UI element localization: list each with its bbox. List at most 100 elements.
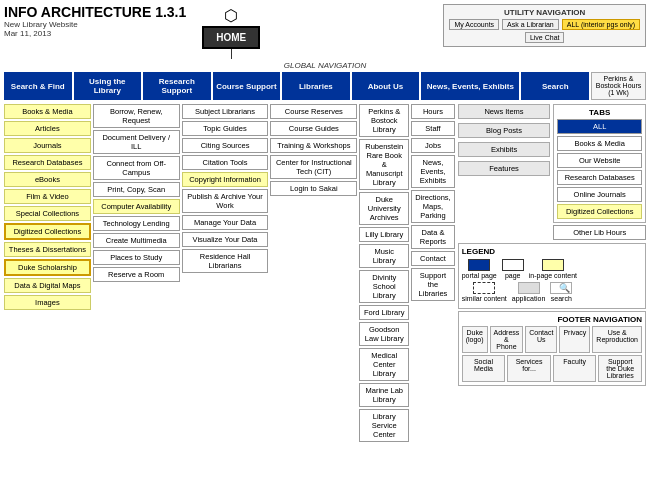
- legend-swatch-white: [502, 259, 524, 271]
- legend-inpage-label: in-page content: [529, 272, 577, 279]
- legend-similar: similar content: [462, 282, 507, 302]
- sf-research-db[interactable]: Research Databases: [4, 155, 91, 170]
- au-news-events[interactable]: News, Events, Exhibits: [411, 155, 454, 188]
- sf-theses[interactable]: Theses & Dissertations: [4, 242, 91, 257]
- rs-citation-tools[interactable]: Citation Tools: [182, 155, 269, 170]
- tabs-label: TABS: [557, 108, 642, 117]
- legend-application: application: [512, 282, 545, 302]
- rs-subject[interactable]: Subject Librarians: [182, 104, 269, 119]
- cs-training[interactable]: Training & Workshops: [270, 138, 357, 153]
- footer-use[interactable]: Use & Reproduction: [592, 326, 642, 353]
- ul-borrow[interactable]: Borrow, Renew, Request: [93, 104, 180, 128]
- lib-divinity[interactable]: Divinity School Library: [359, 270, 409, 303]
- ul-print[interactable]: Print, Copy, Scan: [93, 182, 180, 197]
- live-chat-btn[interactable]: Live Chat: [525, 32, 565, 43]
- tab-our-website[interactable]: Our Website: [557, 153, 642, 168]
- sf-images[interactable]: Images: [4, 295, 91, 310]
- sf-special[interactable]: Special Collections: [4, 206, 91, 221]
- lib-music[interactable]: Music Library: [359, 244, 409, 268]
- sf-data-maps[interactable]: Data & Digital Maps: [4, 278, 91, 293]
- sf-film[interactable]: Film & Video: [4, 189, 91, 204]
- features-box[interactable]: Features: [458, 161, 551, 176]
- nav-libraries[interactable]: Libraries: [282, 72, 350, 100]
- lib-perkins[interactable]: Perkins & Bostock Library: [359, 104, 409, 137]
- sf-journals[interactable]: Journals: [4, 138, 91, 153]
- au-data-reports[interactable]: Data & Reports: [411, 225, 454, 249]
- au-jobs[interactable]: Jobs: [411, 138, 454, 153]
- ul-document[interactable]: Document Delivery / ILL: [93, 130, 180, 154]
- lib-lilly[interactable]: Lilly Library: [359, 227, 409, 242]
- utility-navigation: UTILITY NAVIGATION My Accounts Ask a Lib…: [443, 4, 646, 47]
- footer-services[interactable]: Services for...: [507, 355, 551, 382]
- news-items-box[interactable]: News Items: [458, 104, 551, 119]
- lib-duke-archives[interactable]: Duke University Archives: [359, 192, 409, 225]
- sf-ebooks[interactable]: eBooks: [4, 172, 91, 187]
- cs-sakai[interactable]: Login to Sakai: [270, 181, 357, 196]
- footer-privacy[interactable]: Privacy: [559, 326, 590, 353]
- tab-digitized[interactable]: Digitized Collections: [557, 204, 642, 219]
- sf-duke-scholarship[interactable]: Duke Scholarship: [4, 259, 91, 276]
- rs-manage-data[interactable]: Manage Your Data: [182, 215, 269, 230]
- lib-service-center[interactable]: Library Service Center: [359, 409, 409, 442]
- cs-reserves[interactable]: Course Reserves: [270, 104, 357, 119]
- nav-course-support[interactable]: Course Support: [213, 72, 281, 100]
- tab-all[interactable]: ALL: [557, 119, 642, 134]
- rs-citing[interactable]: Citing Sources: [182, 138, 269, 153]
- sf-books[interactable]: Books & Media: [4, 104, 91, 119]
- au-directions[interactable]: Directions, Maps, Parking: [411, 190, 454, 223]
- ask-librarian-btn[interactable]: Ask a Librarian: [502, 19, 559, 30]
- all-pages-btn[interactable]: ALL (interior pgs only): [562, 19, 640, 30]
- ul-reserve[interactable]: Reserve a Room: [93, 267, 180, 282]
- ul-places[interactable]: Places to Study: [93, 250, 180, 265]
- ul-multimedia[interactable]: Create Multimedia: [93, 233, 180, 248]
- blog-posts-box[interactable]: Blog Posts: [458, 123, 551, 138]
- tabs-search-panel: TABS ALL Books & Media Our Website Resea…: [553, 104, 646, 240]
- exhibits-box[interactable]: Exhibits: [458, 142, 551, 157]
- cube-icon: ⬡: [224, 6, 238, 25]
- tab-books-media[interactable]: Books & Media: [557, 136, 642, 151]
- rs-visualize[interactable]: Visualize Your Data: [182, 232, 269, 247]
- home-button[interactable]: HOME: [202, 26, 260, 49]
- nav-search[interactable]: Search: [521, 72, 589, 100]
- tab-research-db[interactable]: Research Databases: [557, 170, 642, 185]
- rs-residence[interactable]: Residence Hall Librarians: [182, 249, 269, 273]
- au-support[interactable]: Support the Libraries: [411, 268, 454, 301]
- footer-duke-logo[interactable]: Duke (logo): [462, 326, 488, 353]
- cs-guides[interactable]: Course Guides: [270, 121, 357, 136]
- my-accounts-btn[interactable]: My Accounts: [449, 19, 499, 30]
- footer-contact[interactable]: Contact Us: [525, 326, 557, 353]
- nav-using-library[interactable]: Using the Library: [74, 72, 142, 100]
- au-contact[interactable]: Contact: [411, 251, 454, 266]
- nav-about-us[interactable]: About Us: [352, 72, 420, 100]
- footer-nav-label: FOOTER NAVIGATION: [462, 315, 642, 324]
- lib-ford[interactable]: Ford Library: [359, 305, 409, 320]
- page-title: INFO ARCHITECTURE 1.3.1: [4, 4, 186, 20]
- nav-search-find[interactable]: Search & Find: [4, 72, 72, 100]
- au-staff[interactable]: Staff: [411, 121, 454, 136]
- nav-research-support[interactable]: Research Support: [143, 72, 211, 100]
- footer-social[interactable]: Social Media: [462, 355, 506, 382]
- lib-rubenstein[interactable]: Rubenstein Rare Book & Manuscript Librar…: [359, 139, 409, 190]
- footer-address[interactable]: Address & Phone: [490, 326, 524, 353]
- ul-computer[interactable]: Computer Availability: [93, 199, 180, 214]
- other-lib-hours[interactable]: Other Lib Hours: [553, 225, 646, 240]
- au-hours[interactable]: Hours: [411, 104, 454, 119]
- ul-tech[interactable]: Technology Lending: [93, 216, 180, 231]
- sf-digitized[interactable]: Digitized Collections: [4, 223, 91, 240]
- lib-marine[interactable]: Marine Lab Library: [359, 383, 409, 407]
- lib-medical[interactable]: Medical Center Library: [359, 348, 409, 381]
- aboutus-column: Hours Staff Jobs News, Events, Exhibits …: [411, 104, 454, 442]
- rs-copyright[interactable]: Copyright Information: [182, 172, 269, 187]
- research-support-column: Subject Librarians Topic Guides Citing S…: [182, 104, 269, 442]
- rs-topic[interactable]: Topic Guides: [182, 121, 269, 136]
- rs-publish[interactable]: Publish & Archive Your Work: [182, 189, 269, 213]
- nav-news-events[interactable]: News, Events, Exhibits: [421, 72, 519, 100]
- footer-faculty[interactable]: Faculty: [553, 355, 597, 382]
- global-navigation-bar: Search & Find Using the Library Research…: [4, 72, 646, 100]
- lib-goodson[interactable]: Goodson Law Library: [359, 322, 409, 346]
- footer-support[interactable]: Support the Duke Libraries: [598, 355, 642, 382]
- cs-cit[interactable]: Center for Instructional Tech (CIT): [270, 155, 357, 179]
- tab-online-journals[interactable]: Online Journals: [557, 187, 642, 202]
- ul-offcampus[interactable]: Connect from Off-Campus: [93, 156, 180, 180]
- sf-articles[interactable]: Articles: [4, 121, 91, 136]
